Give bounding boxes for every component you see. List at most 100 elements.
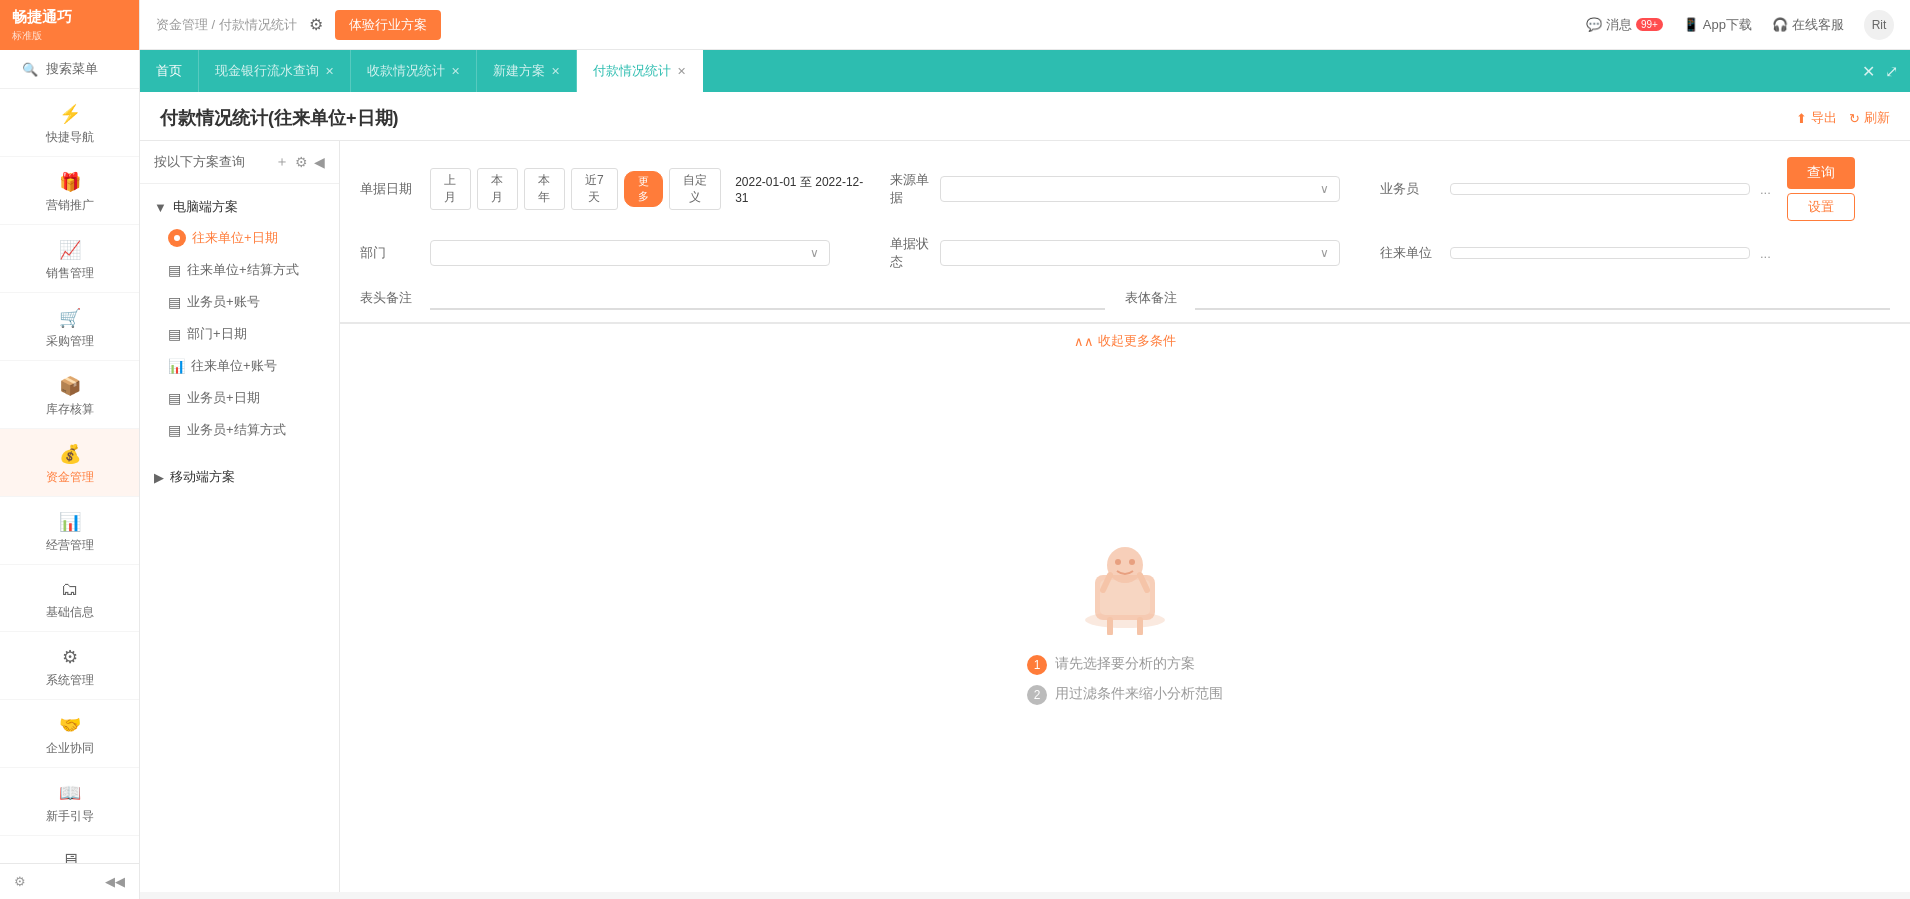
quick-nav-icon: ⚡ — [59, 103, 81, 125]
scheme-settings-icon[interactable]: ⚙ — [295, 154, 308, 170]
search-label: 搜索菜单 — [46, 60, 98, 78]
sidebar-item-capital[interactable]: 💰 资金管理 — [0, 429, 139, 497]
partner-select[interactable] — [1450, 247, 1750, 259]
scheme-group-desktop-title[interactable]: ▼ 电脑端方案 — [140, 192, 339, 222]
sidebar-item-marketing[interactable]: 🎁 营销推广 — [0, 157, 139, 225]
scheme-group-mobile: ▶ 移动端方案 — [140, 454, 339, 500]
basic-info-icon: 🗂 — [61, 579, 79, 600]
sidebar: 畅捷通巧 标准版 🔍 搜索菜单 ⚡ 快捷导航 🎁 营销推广 📈 销售管理 🛒 采… — [0, 0, 140, 899]
sidebar-settings-icon[interactable]: ⚙ — [14, 874, 26, 889]
sidebar-item-enterprise[interactable]: 🤝 企业协同 — [0, 700, 139, 768]
sidebar-item-label: 销售管理 — [46, 265, 94, 282]
scheme-group-mobile-title[interactable]: ▶ 移动端方案 — [140, 462, 339, 492]
filter-settings-btn[interactable]: 设置 — [1787, 193, 1855, 221]
app-download-label: App下载 — [1703, 16, 1752, 34]
logo-sub: 标准版 — [12, 29, 72, 43]
search-menu[interactable]: 🔍 搜索菜单 — [0, 50, 139, 89]
guide-icon: 📖 — [59, 782, 81, 804]
dept-select[interactable]: ∨ — [430, 240, 830, 266]
scheme-item-staff-account-label: 业务员+账号 — [187, 293, 260, 311]
tab-bank-flow[interactable]: 现金银行流水查询 ✕ — [199, 50, 351, 92]
sidebar-item-operation[interactable]: 📊 经营管理 — [0, 497, 139, 565]
refresh-btn[interactable]: ↻ 刷新 — [1849, 109, 1890, 127]
sidebar-item-basic-info[interactable]: 🗂 基础信息 — [0, 565, 139, 632]
export-btn[interactable]: ⬆ 导出 — [1796, 109, 1837, 127]
scheme-item-staff-date[interactable]: ▤ 业务员+日期 — [140, 382, 339, 414]
sidebar-item-label: 营销推广 — [46, 197, 94, 214]
tab-new-scheme-close[interactable]: ✕ — [551, 65, 560, 78]
refresh-icon: ↻ — [1849, 111, 1860, 126]
date-btn-more[interactable]: 更多 — [624, 171, 663, 207]
sidebar-collapse-icon[interactable]: ◀◀ — [105, 874, 125, 889]
tab-close-all[interactable]: ✕ — [1862, 62, 1875, 81]
scheme-item-staff-account[interactable]: ▤ 业务员+账号 — [140, 286, 339, 318]
date-btn-this-year[interactable]: 本年 — [524, 168, 565, 210]
tab-bank-flow-close[interactable]: ✕ — [325, 65, 334, 78]
tab-receive-stats-close[interactable]: ✕ — [451, 65, 460, 78]
sidebar-item-label: 资金管理 — [46, 469, 94, 486]
filter-area: 单据日期 上月 本月 本年 近7天 更多 自定义 2022-01-01 至 20… — [340, 141, 1910, 323]
sidebar-item-quick-nav[interactable]: ⚡ 快捷导航 — [0, 89, 139, 157]
staff-select[interactable] — [1450, 183, 1750, 195]
date-btn-7days[interactable]: 近7天 — [571, 168, 618, 210]
left-panel-actions: ＋ ⚙ ◀ — [275, 153, 325, 171]
message-item[interactable]: 💬 消息 99+ — [1586, 16, 1663, 34]
scheme-item-dept-date[interactable]: ▤ 部门+日期 — [140, 318, 339, 350]
sidebar-item-hardware[interactable]: 🖥 智能硬件 — [0, 836, 139, 863]
sidebar-item-label: 经营管理 — [46, 537, 94, 554]
empty-illustration — [1065, 535, 1185, 635]
add-scheme-icon[interactable]: ＋ — [275, 153, 289, 171]
scheme-collapse-icon[interactable]: ◀ — [314, 154, 325, 170]
tab-home-label: 首页 — [156, 62, 182, 80]
partner-dots[interactable]: ... — [1760, 246, 1771, 261]
tab-new-scheme[interactable]: 新建方案 ✕ — [477, 50, 577, 92]
scheme-item-staff-settle[interactable]: ▤ 业务员+结算方式 — [140, 414, 339, 446]
tab-expand[interactable]: ⤢ — [1885, 62, 1898, 81]
topbar-settings-icon[interactable]: ⚙ — [309, 15, 323, 34]
tab-pay-stats-close[interactable]: ✕ — [677, 65, 686, 78]
export-icon: ⬆ — [1796, 111, 1807, 126]
customer-service-item[interactable]: 🎧 在线客服 — [1772, 16, 1844, 34]
empty-tips: 1 请先选择要分析的方案 2 用过滤条件来缩小分析范围 — [1027, 655, 1223, 715]
staff-dots[interactable]: ... — [1760, 182, 1771, 197]
sidebar-item-system[interactable]: ⚙ 系统管理 — [0, 632, 139, 700]
collapse-btn[interactable]: ∧∧ 收起更多条件 — [340, 323, 1910, 358]
body-note-input[interactable] — [1195, 285, 1890, 309]
topbar: 资金管理 / 付款情况统计 ⚙ 体验行业方案 💬 消息 99+ 📱 App下载 … — [140, 0, 1910, 50]
purchase-icon: 🛒 — [59, 307, 81, 329]
sidebar-item-guide[interactable]: 📖 新手引导 — [0, 768, 139, 836]
scheme-item-partner-account[interactable]: 📊 往来单位+账号 — [140, 350, 339, 382]
date-btn-this-month[interactable]: 本月 — [477, 168, 518, 210]
source-select[interactable]: ∨ — [940, 176, 1340, 202]
scheme-item-partner-date[interactable]: 往来单位+日期 — [140, 222, 339, 254]
sidebar-item-label: 采购管理 — [46, 333, 94, 350]
query-btn[interactable]: 查询 — [1787, 157, 1855, 189]
scheme-item-partner-settle[interactable]: ▤ 往来单位+结算方式 — [140, 254, 339, 286]
app-download-item[interactable]: 📱 App下载 — [1683, 16, 1752, 34]
app-icon: 📱 — [1683, 17, 1699, 32]
tab-pay-stats[interactable]: 付款情况统计 ✕ — [577, 50, 703, 92]
tabbar-controls: ✕ ⤢ — [1850, 50, 1910, 92]
operation-icon: 📊 — [59, 511, 81, 533]
scheme-item-staff-settle-label: 业务员+结算方式 — [187, 421, 286, 439]
inventory-icon: 📦 — [59, 375, 81, 397]
user-avatar[interactable]: Rit — [1864, 10, 1894, 40]
header-note-input[interactable] — [430, 285, 1105, 309]
date-btn-custom[interactable]: 自定义 — [669, 168, 721, 210]
partner-label: 往来单位 — [1380, 244, 1450, 262]
tab-receive-stats[interactable]: 收款情况统计 ✕ — [351, 50, 477, 92]
sidebar-item-inventory[interactable]: 📦 库存核算 — [0, 361, 139, 429]
tip-2-text: 用过滤条件来缩小分析范围 — [1055, 685, 1223, 703]
sales-icon: 📈 — [59, 239, 81, 261]
dept-chevron-icon: ∨ — [810, 246, 819, 260]
sidebar-item-sales[interactable]: 📈 销售管理 — [0, 225, 139, 293]
trial-btn[interactable]: 体验行业方案 — [335, 10, 441, 40]
sidebar-item-label: 新手引导 — [46, 808, 94, 825]
date-btn-last-month[interactable]: 上月 — [430, 168, 471, 210]
tip-1-text: 请先选择要分析的方案 — [1055, 655, 1195, 673]
tabbar: 首页 现金银行流水查询 ✕ 收款情况统计 ✕ 新建方案 ✕ 付款情况统计 ✕ ✕… — [140, 50, 1910, 92]
sidebar-item-purchase[interactable]: 🛒 采购管理 — [0, 293, 139, 361]
doc-status-select[interactable]: ∨ — [940, 240, 1340, 266]
tab-home[interactable]: 首页 — [140, 50, 199, 92]
message-label: 消息 — [1606, 16, 1632, 34]
